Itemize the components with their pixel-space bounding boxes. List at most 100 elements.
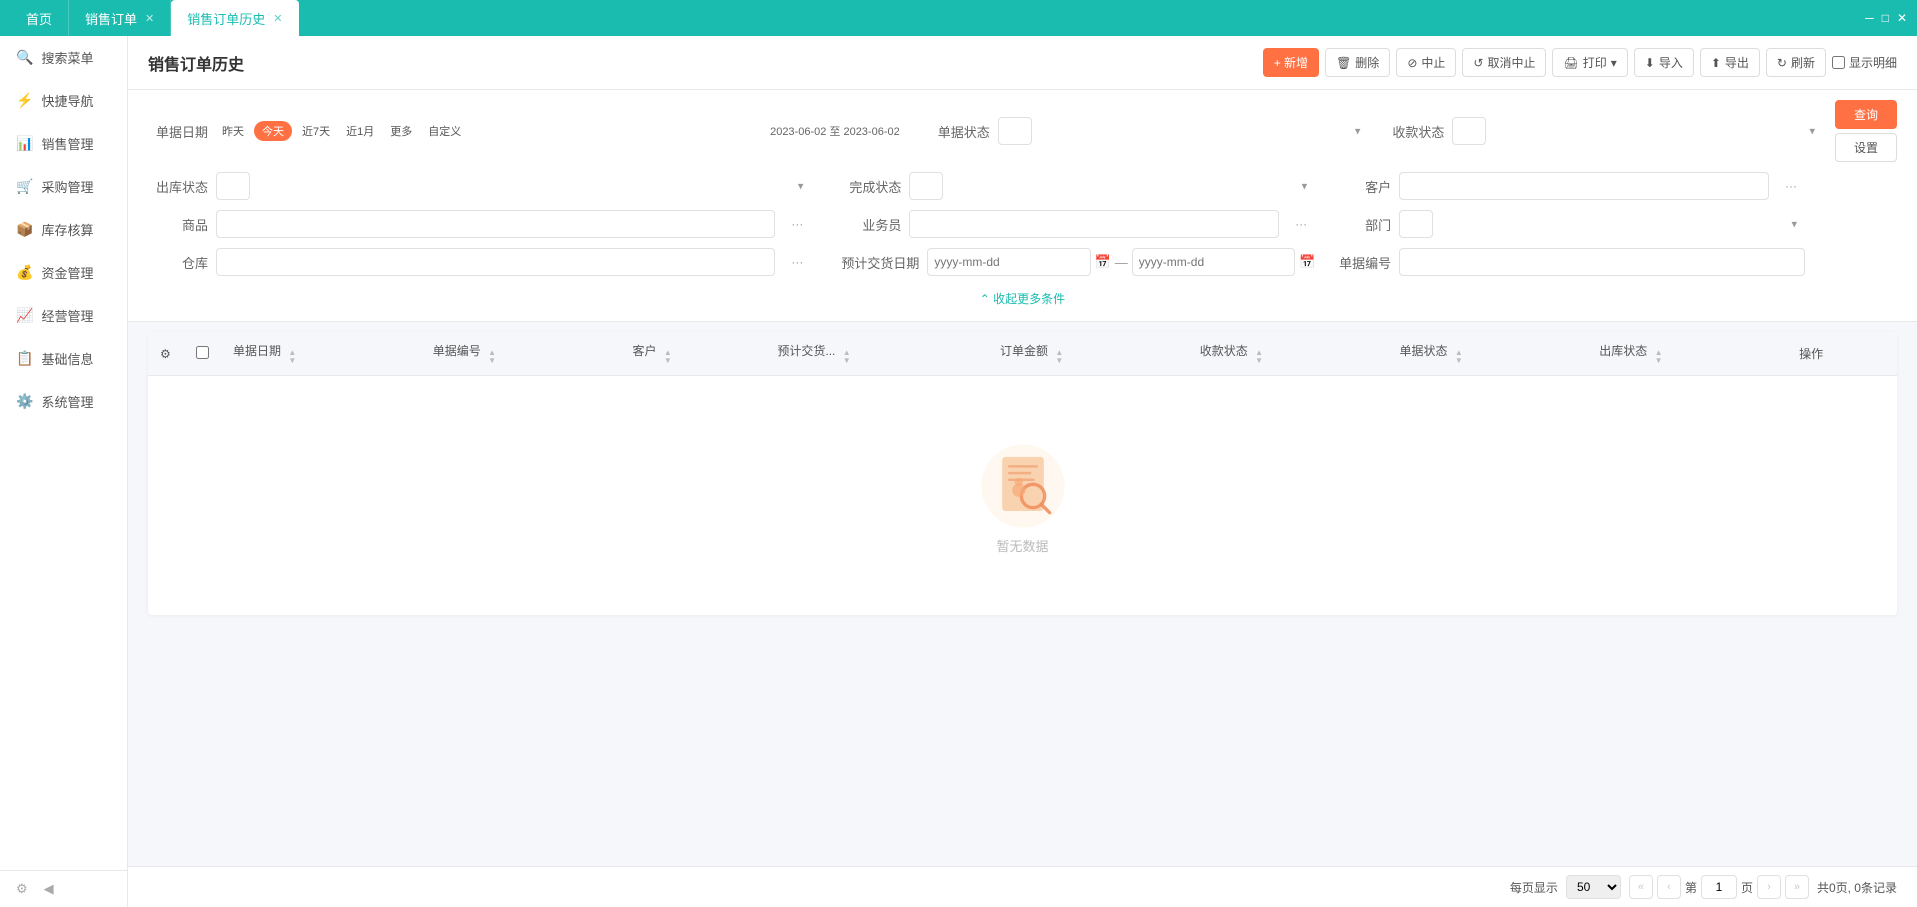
th-outbound-status[interactable]: 出库状态 ▲▼ [1587, 332, 1787, 376]
print-dropdown-icon: ▾ [1611, 56, 1617, 70]
tab-sales-order-history-label: 销售订单历史 [187, 9, 265, 28]
expected-date-start[interactable] [927, 248, 1090, 276]
first-page-btn[interactable]: « [1629, 875, 1653, 899]
tab-home[interactable]: 首页 [10, 0, 69, 36]
sidebar-item-inventory-label: 库存核算 [41, 220, 93, 239]
cancel-stop-button[interactable]: ↺ 取消中止 [1462, 48, 1546, 77]
prev-page-btn[interactable]: ‹ [1657, 875, 1681, 899]
date-more-btn[interactable]: 更多 [384, 121, 418, 141]
sidebar-item-base-info[interactable]: 📋 基础信息 [0, 337, 127, 380]
department-select[interactable] [1399, 210, 1433, 238]
doc-status-select[interactable] [998, 117, 1032, 145]
filter-expected-date: 预计交货日期 📅 — 📅 [841, 248, 1315, 276]
th-doc-number[interactable]: 单据编号 ▲▼ [421, 332, 621, 376]
sidebar-item-purchase-mgmt[interactable]: 🛒 采购管理 [0, 165, 127, 208]
minimize-btn[interactable]: ─ [1865, 11, 1874, 25]
sidebar-item-quick-nav[interactable]: ⚡ 快捷导航 [0, 79, 127, 122]
warehouse-input[interactable] [216, 248, 775, 276]
warehouse-more-btn[interactable]: ··· [783, 255, 811, 269]
sidebar-item-system[interactable]: ⚙️ 系统管理 [0, 380, 127, 423]
stop-button[interactable]: ⊘ 中止 [1396, 48, 1456, 77]
sidebar-item-search-menu[interactable]: 🔍 搜索菜单 [0, 36, 127, 79]
collapse-filters-btn[interactable]: ⌃ 收起更多条件 [148, 286, 1897, 311]
tab-sales-order-history-close[interactable]: ✕ [273, 12, 282, 25]
salesperson-more-btn[interactable]: ··· [1287, 217, 1315, 231]
filter-salesperson: 业务员 ··· [841, 210, 1315, 238]
pagination: « ‹ 第 页 › » [1629, 875, 1809, 899]
page-size-select[interactable]: 50 10 20 100 [1566, 875, 1621, 899]
date-7days-btn[interactable]: 近7天 [296, 121, 336, 141]
expected-date-label: 预计交货日期 [841, 253, 919, 272]
date-label: 单据日期 [148, 122, 208, 141]
sidebar-item-purchase-mgmt-label: 采购管理 [41, 177, 93, 196]
th-customer[interactable]: 客户 ▲▼ [621, 332, 766, 376]
tab-sales-order-history[interactable]: 销售订单历史 ✕ [171, 0, 299, 36]
sidebar-item-inventory[interactable]: 📦 库存核算 [0, 208, 127, 251]
customer-more-btn[interactable]: ··· [1777, 179, 1805, 193]
completion-status-select[interactable] [909, 172, 943, 200]
receipt-status-select[interactable] [1452, 117, 1486, 145]
new-button[interactable]: + 新增 [1263, 48, 1319, 77]
refresh-button[interactable]: ↻ 刷新 [1766, 48, 1826, 77]
page-number-input[interactable] [1701, 875, 1737, 899]
date-yesterday-btn[interactable]: 昨天 [216, 121, 250, 141]
export-button[interactable]: ⬆ 导出 [1700, 48, 1760, 77]
product-more-btn[interactable]: ··· [783, 217, 811, 231]
page-size-label: 每页显示 [1510, 879, 1558, 896]
tab-home-label: 首页 [26, 9, 52, 28]
sidebar-settings-icon[interactable]: ⚙ [16, 881, 28, 897]
display-detail-checkbox[interactable] [1832, 56, 1845, 69]
th-doc-date[interactable]: 单据日期 ▲▼ [221, 332, 421, 376]
settings-search-button[interactable]: 设置 [1835, 133, 1897, 162]
th-expected-date[interactable]: 预计交货... ▲▼ [765, 332, 988, 376]
date-today-btn[interactable]: 今天 [254, 121, 292, 141]
product-input[interactable] [216, 210, 775, 238]
sidebar-item-system-label: 系统管理 [41, 392, 93, 411]
sort-outbound-status-icon: ▲▼ [1655, 349, 1663, 365]
import-button[interactable]: ⬇ 导入 [1634, 48, 1694, 77]
tab-sales-order[interactable]: 销售订单 ✕ [69, 0, 171, 36]
window-controls: ─ □ ✕ [1865, 11, 1917, 25]
close-btn[interactable]: ✕ [1897, 11, 1907, 25]
department-label: 部门 [1331, 215, 1391, 234]
operations-icon: 📈 [16, 307, 33, 324]
outbound-status-select[interactable] [216, 172, 250, 200]
delete-button[interactable]: 🗑 删除 [1325, 48, 1390, 77]
th-receipt-status[interactable]: 收款状态 ▲▼ [1188, 332, 1388, 376]
display-detail-toggle[interactable]: 显示明细 [1832, 54, 1897, 71]
maximize-btn[interactable]: □ [1882, 11, 1889, 25]
sidebar-collapse-icon[interactable]: ◀ [44, 881, 54, 897]
date-1month-btn[interactable]: 近1月 [340, 121, 380, 141]
page-header: 销售订单历史 + 新增 🗑 删除 ⊘ 中止 ↺ 取消中止 [128, 36, 1917, 90]
expected-date-end[interactable] [1132, 248, 1295, 276]
calendar-icon-start[interactable]: 📅 [1095, 254, 1111, 270]
tab-sales-order-close[interactable]: ✕ [145, 12, 154, 25]
customer-input[interactable] [1399, 172, 1769, 200]
calendar-icon-end[interactable]: 📅 [1299, 254, 1315, 270]
salesperson-input[interactable] [909, 210, 1279, 238]
print-button[interactable]: 🖨 打印 ▾ [1552, 48, 1627, 77]
import-icon: ⬇ [1645, 56, 1655, 70]
th-order-amount[interactable]: 订单金额 ▲▼ [988, 332, 1188, 376]
date-range-display: 2023-06-02 至 2023-06-02 [762, 123, 900, 139]
sidebar-item-sales-mgmt[interactable]: 📊 销售管理 [0, 122, 127, 165]
last-page-btn[interactable]: » [1785, 875, 1809, 899]
toolbar: + 新增 🗑 删除 ⊘ 中止 ↺ 取消中止 🖨 打 [1263, 48, 1897, 77]
sidebar-item-operations[interactable]: 📈 经营管理 [0, 294, 127, 337]
inventory-icon: 📦 [16, 221, 33, 238]
completion-label: 完成状态 [841, 177, 901, 196]
th-checkbox[interactable] [184, 332, 221, 376]
next-page-btn[interactable]: › [1757, 875, 1781, 899]
th-settings[interactable]: ⚙ [148, 332, 184, 376]
doc-number-input[interactable] [1399, 248, 1805, 276]
filter-doc-number: 单据编号 [1331, 248, 1805, 276]
finance-icon: 💰 [16, 264, 33, 281]
sidebar-item-finance[interactable]: 💰 资金管理 [0, 251, 127, 294]
date-custom-btn[interactable]: 自定义 [422, 121, 467, 141]
th-doc-status[interactable]: 单据状态 ▲▼ [1388, 332, 1588, 376]
sidebar-item-quick-nav-label: 快捷导航 [41, 91, 93, 110]
delete-icon: 🗑 [1336, 56, 1351, 70]
sort-doc-date-icon: ▲▼ [288, 349, 296, 365]
search-button[interactable]: 查询 [1835, 100, 1897, 129]
select-all-checkbox[interactable] [196, 346, 209, 359]
